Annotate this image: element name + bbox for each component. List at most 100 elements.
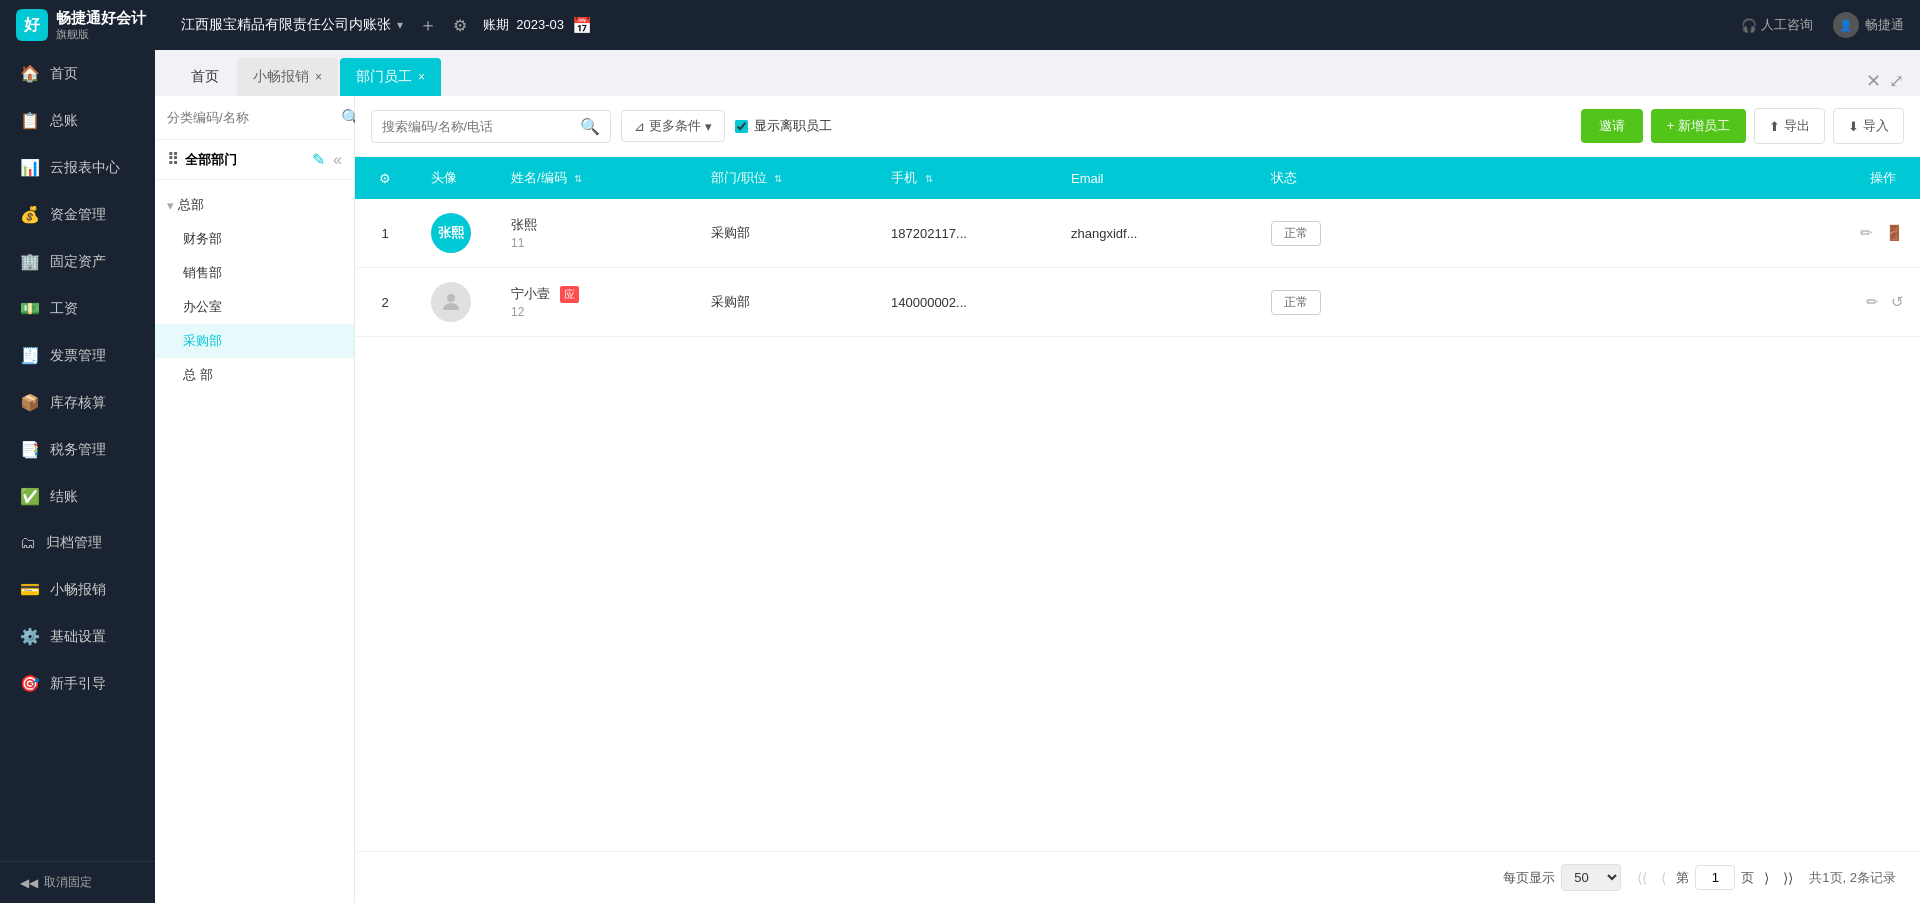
tab-home-label: 首页 [191,68,219,86]
inventory-icon: 📦 [20,393,40,412]
col-settings[interactable]: ⚙ [355,157,415,199]
row2-dept: 采购部 [695,268,875,337]
row2-actions: ✏ ↺ [1800,268,1920,337]
logo-area: 好 畅捷通好会计 旗舰版 [16,9,171,42]
row2-avatar [415,268,495,337]
sidebar-label-invoice: 发票管理 [50,347,106,365]
row1-name-code: 张熙 11 [495,199,695,268]
sidebar-item-tax[interactable]: 📑 税务管理 [0,426,155,473]
sidebar-item-guide[interactable]: 🎯 新手引导 [0,660,155,707]
sidebar-item-assets[interactable]: 🏢 固定资产 [0,238,155,285]
status-badge: 正常 [1271,221,1321,246]
guide-icon: 🎯 [20,674,40,693]
dept-all-label[interactable]: ⠿ 全部部门 [167,150,237,169]
tab-department-label: 部门员工 [356,68,412,86]
user-menu[interactable]: 👤 畅捷通 [1833,12,1904,38]
employee-name: 张熙 [511,216,679,234]
employee-name: 宁小壹 应 [511,285,679,303]
tab-department-close[interactable]: × [418,70,425,84]
dept-node-bangong[interactable]: 办公室 [155,290,354,324]
employee-code: 11 [511,236,679,250]
dept-panel: 🔍 ⠿ 全部部门 ✎ « ▾ 总部 [155,96,355,903]
app-subtitle: 旗舰版 [56,27,146,42]
refresh-icon[interactable]: ↺ [1891,293,1904,311]
sidebar-item-reports[interactable]: 📊 云报表中心 [0,144,155,191]
page-unit: 页 [1741,869,1754,887]
logout-icon[interactable]: 🚪 [1885,224,1904,242]
tab-expense[interactable]: 小畅报销 × [237,58,338,96]
calendar-icon[interactable]: 📅 [572,16,592,35]
page-size-select: 每页显示 10 20 50 100 [1503,864,1621,891]
import-button[interactable]: ⬇ 导入 [1833,108,1904,144]
dept-collapse-icon[interactable]: « [333,151,342,169]
funds-icon: 💰 [20,205,40,224]
employee-search-input[interactable] [382,119,574,134]
col-phone[interactable]: 手机 ⇅ [875,157,1055,199]
ying-badge: 应 [560,286,579,303]
tax-icon: 📑 [20,440,40,459]
tab-home[interactable]: 首页 [175,58,235,96]
unpin-button[interactable]: ◀◀ 取消固定 [0,861,155,903]
sidebar-item-inventory[interactable]: 📦 库存核算 [0,379,155,426]
dept-expand-icon: ▾ [167,198,174,213]
row2-phone: 140000002... [875,268,1055,337]
employee-table-container: ⚙ 头像 姓名/编码 ⇅ 部门/职位 ⇅ 手机 ⇅ [355,157,1920,851]
show-resigned-checkbox[interactable] [735,120,748,133]
dept-add-icon[interactable]: ✎ [312,150,325,169]
prev-page-button[interactable]: ⟨ [1657,868,1670,888]
tab-expense-close[interactable]: × [315,70,322,84]
filter-dropdown-icon: ▾ [705,119,712,134]
page-size-dropdown[interactable]: 10 20 50 100 [1561,864,1621,891]
invite-button[interactable]: 邀请 [1581,109,1643,143]
total-text: 共1页, 2条记录 [1809,869,1896,887]
app-title: 畅捷通好会计 [56,9,146,27]
dept-node-xiaoshou[interactable]: 销售部 [155,256,354,290]
sidebar-item-archive[interactable]: 🗂 归档管理 [0,520,155,566]
last-page-button[interactable]: ⟩⟩ [1779,868,1797,888]
dept-node-zongbu[interactable]: ▾ 总部 [155,188,354,222]
sidebar-item-funds[interactable]: 💰 资金管理 [0,191,155,238]
first-page-button[interactable]: ⟨⟨ [1633,868,1651,888]
dept-node-caigou[interactable]: 采购部 [155,324,354,358]
sidebar-item-ledger[interactable]: 📋 总账 [0,97,155,144]
edit-icon[interactable]: ✏ [1860,224,1873,242]
sidebar-item-xiao[interactable]: 💳 小畅报销 [0,566,155,613]
sidebar-item-settings[interactable]: ⚙️ 基础设置 [0,613,155,660]
col-name-code[interactable]: 姓名/编码 ⇅ [495,157,695,199]
page-number-input[interactable] [1695,865,1735,890]
window-close-button[interactable]: ✕ [1866,70,1881,92]
row1-email: zhangxidf... [1055,199,1255,268]
table-header-row: ⚙ 头像 姓名/编码 ⇅ 部门/职位 ⇅ 手机 ⇅ [355,157,1920,199]
settings-icon[interactable]: ⚙ [453,16,467,35]
service-button[interactable]: 🎧 人工咨询 [1741,16,1813,34]
edit-icon[interactable]: ✏ [1866,293,1879,311]
col-dept[interactable]: 部门/职位 ⇅ [695,157,875,199]
sidebar-item-checkout[interactable]: ✅ 结账 [0,473,155,520]
import-icon: ⬇ [1848,119,1859,134]
next-page-button[interactable]: ⟩ [1760,868,1773,888]
archive-icon: 🗂 [20,534,36,552]
tab-bar: 首页 小畅报销 × 部门员工 × ✕ ⤢ [155,50,1920,96]
toolbar-right: 邀请 + 新增员工 ⬆ 导出 ⬇ 导入 [1581,108,1904,144]
filter-button[interactable]: ⊿ 更多条件 ▾ [621,110,725,142]
dept-node-zong[interactable]: 总 部 [155,358,354,392]
company-dropdown-icon[interactable]: ▾ [397,18,403,32]
dept-search-input[interactable] [167,110,335,125]
tab-department[interactable]: 部门员工 × [340,58,441,96]
sidebar-item-invoice[interactable]: 🧾 发票管理 [0,332,155,379]
grid-icon: ⠿ [167,150,179,169]
dept-node-caiwu[interactable]: 财务部 [155,222,354,256]
row2-email [1055,268,1255,337]
sidebar-item-payroll[interactable]: 💵 工资 [0,285,155,332]
window-expand-button[interactable]: ⤢ [1889,70,1904,92]
add-employee-button[interactable]: + 新增员工 [1651,109,1746,143]
sidebar-label-xiao: 小畅报销 [50,581,106,599]
dept-header: ⠿ 全部部门 ✎ « [155,140,354,180]
export-button[interactable]: ⬆ 导出 [1754,108,1825,144]
add-icon[interactable]: ＋ [419,13,437,37]
sidebar-item-home[interactable]: 🏠 首页 [0,50,155,97]
page-size-label: 每页显示 [1503,869,1555,887]
sidebar-label-home: 首页 [50,65,78,83]
invoice-icon: 🧾 [20,346,40,365]
search-icon[interactable]: 🔍 [580,117,600,136]
